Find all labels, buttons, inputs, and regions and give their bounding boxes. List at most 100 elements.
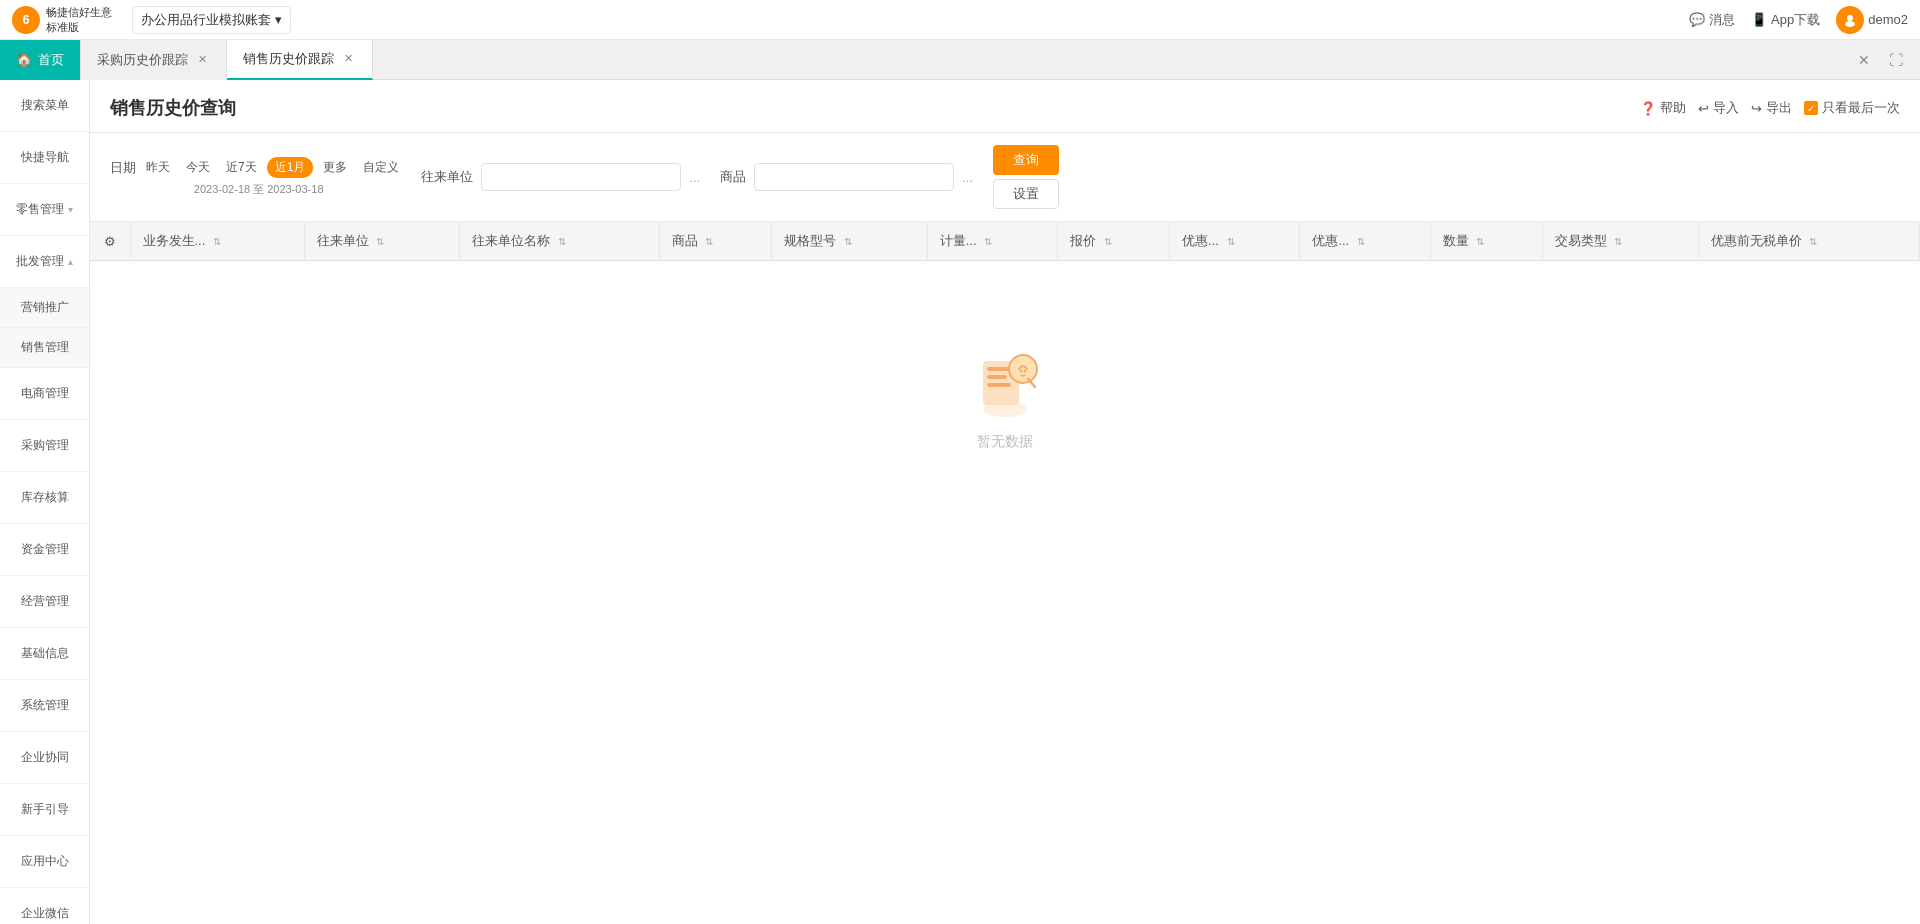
th-discount1[interactable]: 优惠... ⇅ [1170,222,1300,261]
wholesale-mgmt-label: 批发管理 [16,253,64,270]
chevron-down-icon: ▾ [68,204,73,215]
logo-text: 畅捷信好生意 标准版 [46,5,112,34]
query-button[interactable]: 查询 [993,145,1059,175]
close-tab-btn[interactable]: ✕ [1852,48,1876,72]
help-btn[interactable]: ❓ 帮助 [1640,99,1686,117]
date-label: 日期 [110,159,136,177]
table-area: ⚙ 业务发生... ⇅ 往来单位 ⇅ 往来单位名称 ⇅ [90,222,1920,924]
table-header-row: ⚙ 业务发生... ⇅ 往来单位 ⇅ 往来单位名称 ⇅ [90,222,1920,261]
sidebar: 搜索菜单 快捷导航 零售管理 ▾ 批发管理 ▴ 营销推广 销售管理 电商管理 采… [0,80,90,924]
settings-icon: ⚙ [104,234,116,249]
empty-text: 暂无数据 [977,433,1033,451]
sidebar-item-inventory-check[interactable]: 库存核算 [0,472,89,524]
only-last-checkbox[interactable]: ✓ 只看最后一次 [1804,99,1900,117]
product-dots[interactable]: ... [958,170,977,185]
date-buttons: 日期 昨天 今天 近7天 近1月 更多 自定义 [110,157,405,178]
sidebar-item-enterprise-collab[interactable]: 企业协同 [0,732,89,784]
settings-button[interactable]: 设置 [993,179,1059,209]
date-1month[interactable]: 近1月 [267,157,314,178]
page-header: 销售历史价查询 ❓ 帮助 ↩ 导入 ↪ 导出 ✓ 只看最后一次 [90,80,1920,133]
th-product[interactable]: 商品 ⇅ [659,222,771,261]
tab-purchase-history[interactable]: 采购历史价跟踪 ✕ [81,40,227,80]
date-range-text: 2023-02-18 至 2023-03-18 [192,182,324,197]
tab-purchase-history-close[interactable]: ✕ [194,52,210,68]
sort-icon: ⇅ [1809,236,1817,247]
sort-icon: ⇅ [558,236,566,247]
svg-point-0 [1847,15,1853,21]
sidebar-item-basic-info[interactable]: 基础信息 [0,628,89,680]
top-bar-left: 6 畅捷信好生意 标准版 办公用品行业模拟账套 ▾ [12,5,291,34]
sidebar-item-retail-mgmt[interactable]: 零售管理 ▾ [0,184,89,236]
home-icon: 🏠 [16,52,32,67]
th-partner-name[interactable]: 往来单位名称 ⇅ [460,222,660,261]
export-icon: ↪ [1751,101,1762,116]
sort-icon: ⇅ [213,236,221,247]
date-filter-group: 日期 昨天 今天 近7天 近1月 更多 自定义 2023-02-18 至 202… [110,157,405,197]
sort-icon: ⇅ [705,236,713,247]
sidebar-item-finance-mgmt[interactable]: 资金管理 [0,524,89,576]
date-yesterday[interactable]: 昨天 [140,157,176,178]
tab-home[interactable]: 🏠 首页 [0,40,81,80]
retail-mgmt-label: 零售管理 [16,201,64,218]
page-title: 销售历史价查询 [110,96,236,120]
action-buttons: 查询 设置 [993,145,1059,209]
app-selector[interactable]: 办公用品行业模拟账套 ▾ [132,6,291,34]
sidebar-item-quick-nav[interactable]: 快捷导航 [0,132,89,184]
user-menu[interactable]: demo2 [1836,6,1908,34]
th-trade-type[interactable]: 交易类型 ⇅ [1542,222,1698,261]
app-download-btn[interactable]: 📱 App下载 [1751,11,1820,29]
date-more[interactable]: 更多 [317,157,353,178]
sort-icon: ⇅ [1476,236,1484,247]
th-quote[interactable]: 报价 ⇅ [1058,222,1170,261]
date-today[interactable]: 今天 [180,157,216,178]
help-icon: ❓ [1640,101,1656,116]
svg-point-1 [1845,21,1855,27]
date-7days[interactable]: 近7天 [220,157,263,178]
partner-input[interactable] [481,163,681,191]
partner-filter-group: 往来单位 ... [421,163,704,191]
partner-label: 往来单位 [421,168,473,186]
th-pretax-price[interactable]: 优惠前无税单价 ⇅ [1698,222,1919,261]
export-btn[interactable]: ↪ 导出 [1751,99,1792,117]
tab-bar: 🏠 首页 采购历史价跟踪 ✕ 销售历史价跟踪 ✕ ✕ ⛶ [0,40,1920,80]
top-bar-right: 💬 消息 📱 App下载 demo2 [1689,6,1908,34]
product-input[interactable] [754,163,954,191]
sidebar-item-enterprise-wechat[interactable]: 企业微信 [0,888,89,924]
chevron-down-icon: ▾ [275,12,282,27]
product-label: 商品 [720,168,746,186]
sidebar-item-new-guide[interactable]: 新手引导 [0,784,89,836]
sidebar-item-search-menu[interactable]: 搜索菜单 [0,80,89,132]
message-btn[interactable]: 💬 消息 [1689,11,1735,29]
sidebar-item-purchase-mgmt[interactable]: 采购管理 [0,420,89,472]
sidebar-item-marketing-promo[interactable]: 营销推广 [0,288,89,328]
sidebar-item-app-center[interactable]: 应用中心 [0,836,89,888]
content-area: 销售历史价查询 ❓ 帮助 ↩ 导入 ↪ 导出 ✓ 只看最后一次 [90,80,1920,924]
tab-sales-history[interactable]: 销售历史价跟踪 ✕ [227,40,373,80]
partner-dots[interactable]: ... [685,170,704,185]
th-biz-date[interactable]: 业务发生... ⇅ [130,222,304,261]
tab-sales-history-close[interactable]: ✕ [340,51,356,67]
date-custom[interactable]: 自定义 [357,157,405,178]
import-btn[interactable]: ↩ 导入 [1698,99,1739,117]
import-icon: ↩ [1698,101,1709,116]
sidebar-item-ecommerce-mgmt[interactable]: 电商管理 [0,368,89,420]
sort-icon: ⇅ [1104,236,1112,247]
th-spec[interactable]: 规格型号 ⇅ [771,222,927,261]
svg-point-7 [1009,355,1037,383]
th-quantity[interactable]: 数量 ⇅ [1430,222,1542,261]
maximize-btn[interactable]: ⛶ [1884,48,1908,72]
chevron-up-icon: ▴ [68,256,73,267]
sidebar-item-wholesale-mgmt[interactable]: 批发管理 ▴ [0,236,89,288]
th-discount2[interactable]: 优惠... ⇅ [1300,222,1430,261]
svg-rect-5 [987,375,1007,379]
sidebar-item-operations-mgmt[interactable]: 经营管理 [0,576,89,628]
th-settings[interactable]: ⚙ [90,222,130,261]
sidebar-item-system-mgmt[interactable]: 系统管理 [0,680,89,732]
th-partner-code[interactable]: 往来单位 ⇅ [304,222,460,261]
th-unit[interactable]: 计量... ⇅ [927,222,1057,261]
quick-nav-label: 快捷导航 [21,149,69,166]
avatar [1836,6,1864,34]
product-input-wrapper: ... [754,163,977,191]
sidebar-item-sales-mgmt[interactable]: 销售管理 [0,328,89,368]
main-layout: 搜索菜单 快捷导航 零售管理 ▾ 批发管理 ▴ 营销推广 销售管理 电商管理 采… [0,80,1920,924]
